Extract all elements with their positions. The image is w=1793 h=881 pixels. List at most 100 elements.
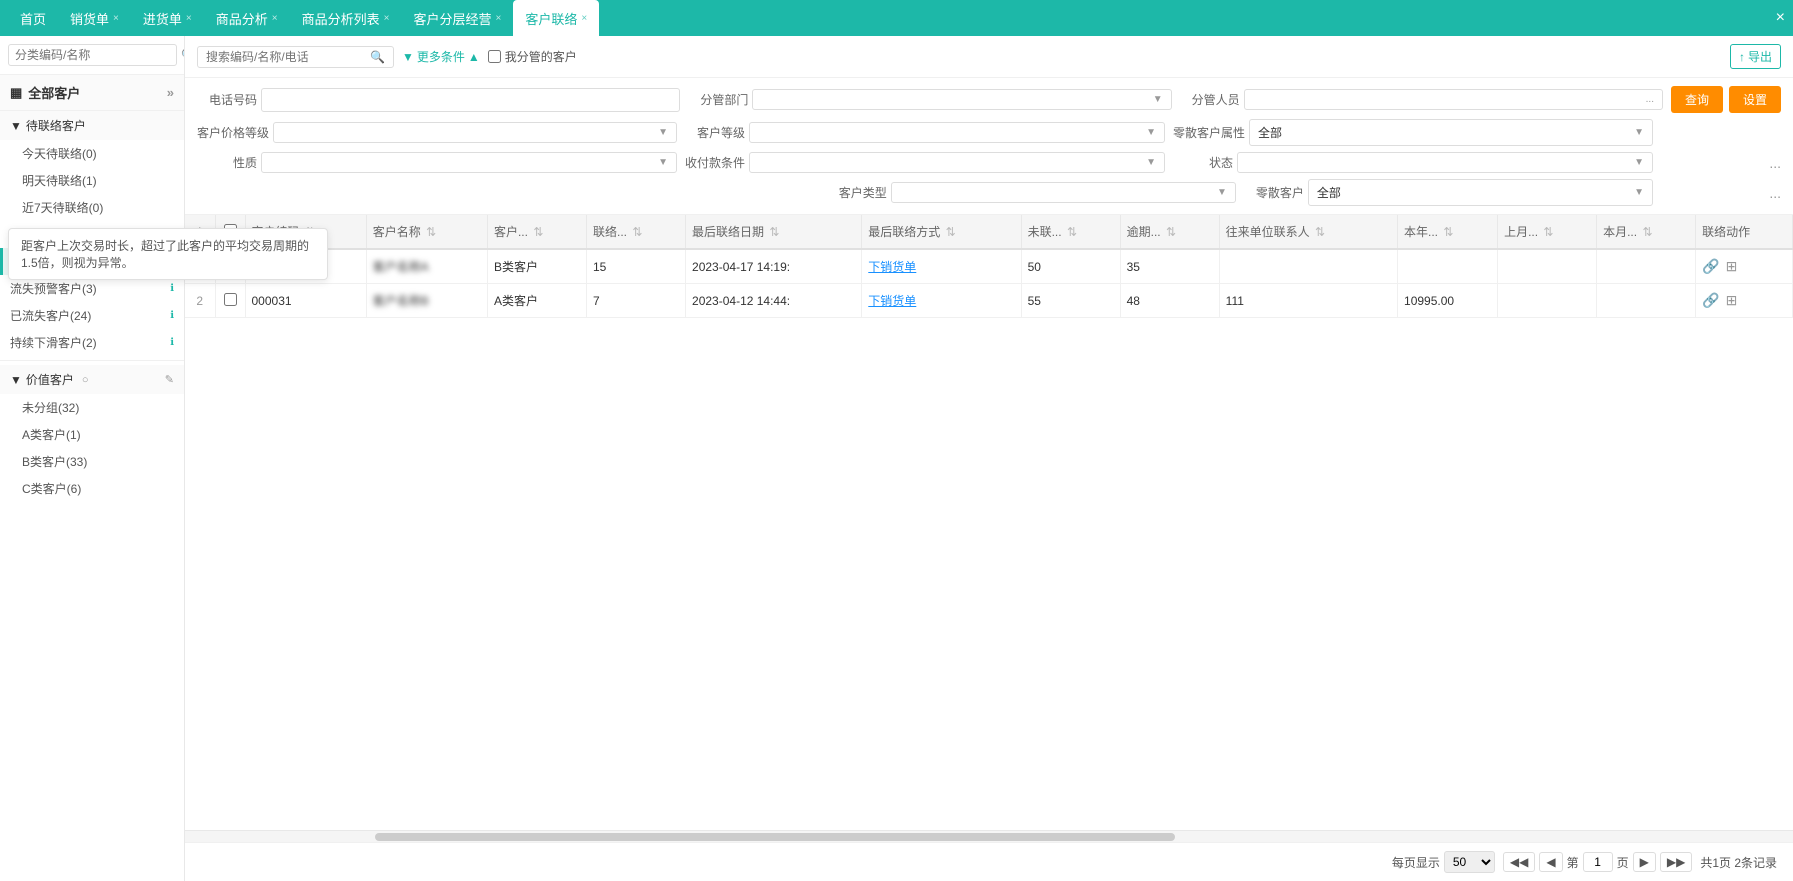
row2-action-icon2[interactable]: ⊞: [1726, 292, 1738, 309]
close-product-analysis-list-icon[interactable]: ×: [384, 13, 390, 24]
per-page-select[interactable]: 50 10 20 100: [1444, 851, 1495, 873]
close-product-analysis-icon[interactable]: ×: [272, 13, 278, 24]
more-filter-dots2[interactable]: ...: [1769, 185, 1781, 201]
horizontal-scrollbar[interactable]: [185, 830, 1793, 842]
filter-gender-select[interactable]: ▼: [261, 152, 677, 173]
row2-method-link[interactable]: 下销货单: [868, 294, 916, 308]
edit2-icon-price[interactable]: ✎: [165, 373, 174, 386]
sidebar-item-a-class[interactable]: A类客户(1): [0, 421, 184, 448]
more-conditions-btn[interactable]: ▼ 更多条件 ▲: [402, 48, 480, 65]
tab-purchase-order[interactable]: 进货单 ×: [131, 0, 204, 36]
close-purchase-order-icon[interactable]: ×: [186, 13, 192, 24]
close-sales-order-icon[interactable]: ×: [113, 13, 119, 24]
tab-purchase-order-label: 进货单: [143, 9, 182, 28]
sort-icon-type: ⇅: [533, 225, 543, 239]
row1-last-month: [1498, 249, 1597, 284]
filter-status-select[interactable]: ▼: [1237, 152, 1653, 173]
col-last-contact-date[interactable]: 最后联络日期 ⇅: [686, 215, 862, 249]
row2-contacts: 111: [1219, 284, 1397, 318]
search-box: 🔍: [197, 46, 394, 68]
scrollbar-thumb[interactable]: [375, 833, 1175, 841]
close-customer-contact-icon[interactable]: ×: [581, 13, 587, 24]
search-input[interactable]: [206, 50, 366, 64]
row2-contact-count: 7: [587, 284, 686, 318]
filter-customer-level-select[interactable]: ▼: [749, 122, 1165, 143]
next-page-button[interactable]: ▶: [1633, 852, 1656, 872]
retail-customer-value: 全部: [1317, 184, 1341, 201]
filter-customer-type-select[interactable]: ▼: [891, 182, 1236, 203]
filter-price-level-select[interactable]: ▼: [273, 122, 677, 143]
retail-attr-value: 全部: [1258, 124, 1282, 141]
filter-gender: 性质 ▼: [197, 152, 677, 173]
row2-action-icon1[interactable]: 🔗: [1702, 292, 1719, 309]
row1-method-link[interactable]: 下销货单: [868, 260, 916, 274]
col-last-month[interactable]: 上月... ⇅: [1498, 215, 1597, 249]
close-customer-tier-icon[interactable]: ×: [495, 13, 501, 24]
edit-icon-price[interactable]: ○: [82, 374, 89, 386]
col-customer-type[interactable]: 客户... ⇅: [487, 215, 586, 249]
filter-department-select[interactable]: ▼: [752, 89, 1171, 110]
col-this-month[interactable]: 本月... ⇅: [1597, 215, 1696, 249]
sidebar-item-continuous-down[interactable]: 持续下滑客户(2) ℹ: [0, 329, 184, 356]
sidebar-item-tomorrow-contact[interactable]: 明天待联络(1): [0, 167, 184, 194]
filter-payment-label: 收付款条件: [685, 154, 745, 171]
tab-product-analysis-list-label: 商品分析列表: [302, 9, 380, 28]
tab-customer-tier[interactable]: 客户分层经营 ×: [401, 0, 513, 36]
prev-page-button[interactable]: ◀: [1539, 852, 1562, 872]
row1-action-icon2[interactable]: ⊞: [1726, 258, 1738, 275]
col-this-year[interactable]: 本年... ⇅: [1398, 215, 1498, 249]
col-contact-count[interactable]: 联络... ⇅: [587, 215, 686, 249]
filter-row-2: 客户价格等级 ▼ 客户等级 ▼ 零散客户属性 全部: [197, 119, 1781, 146]
filter-retail-customer-select[interactable]: 全部 ▼: [1308, 179, 1653, 206]
tab-customer-contact[interactable]: 客户联络 ×: [513, 0, 599, 36]
collapse-sidebar-icon[interactable]: »: [167, 85, 174, 100]
sidebar-item-b-class[interactable]: B类客户(33): [0, 448, 184, 475]
col-last-contact-method[interactable]: 最后联络方式 ⇅: [862, 215, 1021, 249]
sidebar-all-customers[interactable]: ▦ 全部客户 »: [0, 75, 184, 111]
more-filter-dots[interactable]: ...: [1769, 155, 1781, 171]
filter-retail-attr-select[interactable]: 全部 ▼: [1249, 119, 1653, 146]
row1-action-icon1[interactable]: 🔗: [1702, 258, 1719, 275]
tab-sales-order[interactable]: 销货单 ×: [58, 0, 131, 36]
my-customers-checkbox[interactable]: [488, 50, 501, 63]
col-contacts-person[interactable]: 往来单位联系人 ⇅: [1219, 215, 1397, 249]
sidebar-item-unclassified[interactable]: 未分组(32): [0, 394, 184, 421]
col-overdue[interactable]: 逾期... ⇅: [1120, 215, 1219, 249]
row1-actions: 🔗 ⊞: [1696, 249, 1793, 284]
filter-phone-input[interactable]: [261, 88, 680, 112]
tab-product-analysis[interactable]: 商品分析 ×: [204, 0, 290, 36]
col-uncontact[interactable]: 未联... ⇅: [1021, 215, 1120, 249]
sidebar-item-c-class[interactable]: C类客户(6): [0, 475, 184, 502]
page-number-input[interactable]: [1583, 852, 1613, 872]
sidebar-search-area: 🔍: [0, 36, 184, 75]
sidebar-item-7day-contact[interactable]: 近7天待联络(0): [0, 194, 184, 221]
row2-code: 000031: [245, 284, 366, 318]
search-icon[interactable]: 🔍: [370, 50, 385, 64]
tab-home[interactable]: 首页: [8, 0, 58, 36]
tab-product-analysis-list[interactable]: 商品分析列表 ×: [290, 0, 402, 36]
settings-button[interactable]: 设置: [1729, 86, 1781, 113]
sidebar-price-customer-header[interactable]: ▼ 价值客户 ○ ✎: [0, 365, 184, 394]
sidebar-divider: [0, 360, 184, 361]
filter-manager-select[interactable]: ...: [1244, 89, 1663, 110]
first-page-button[interactable]: ◀◀: [1503, 852, 1535, 872]
sidebar-search-input[interactable]: [8, 44, 177, 66]
sort-icon-last-method: ⇅: [946, 225, 956, 239]
export-button[interactable]: ↑ 导出: [1730, 44, 1781, 69]
filter-manager-label: 分管人员: [1180, 91, 1240, 108]
filter-payment: 收付款条件 ▼: [685, 152, 1165, 173]
sidebar-item-already-lost[interactable]: 已流失客户(24) ℹ: [0, 302, 184, 329]
sort-icon-last-month: ⇅: [1543, 225, 1553, 239]
row2-select-checkbox[interactable]: [224, 293, 237, 306]
sidebar-item-today-contact[interactable]: 今天待联络(0): [0, 140, 184, 167]
table-area: ⚙ 客户编码 ⇅ 客户名称 ⇅: [185, 215, 1793, 830]
window-close-icon[interactable]: ×: [1776, 9, 1785, 27]
row1-last-method: 下销货单: [862, 249, 1021, 284]
sidebar-group-pending-contact[interactable]: ▼ 待联络客户: [0, 111, 184, 140]
row1-uncontact: 50: [1021, 249, 1120, 284]
filter-payment-select[interactable]: ▼: [749, 152, 1165, 173]
last-page-button[interactable]: ▶▶: [1660, 852, 1692, 872]
col-customer-name[interactable]: 客户名称 ⇅: [366, 215, 487, 249]
query-button[interactable]: 查询: [1671, 86, 1723, 113]
sort-icon-this-month: ⇅: [1642, 225, 1652, 239]
